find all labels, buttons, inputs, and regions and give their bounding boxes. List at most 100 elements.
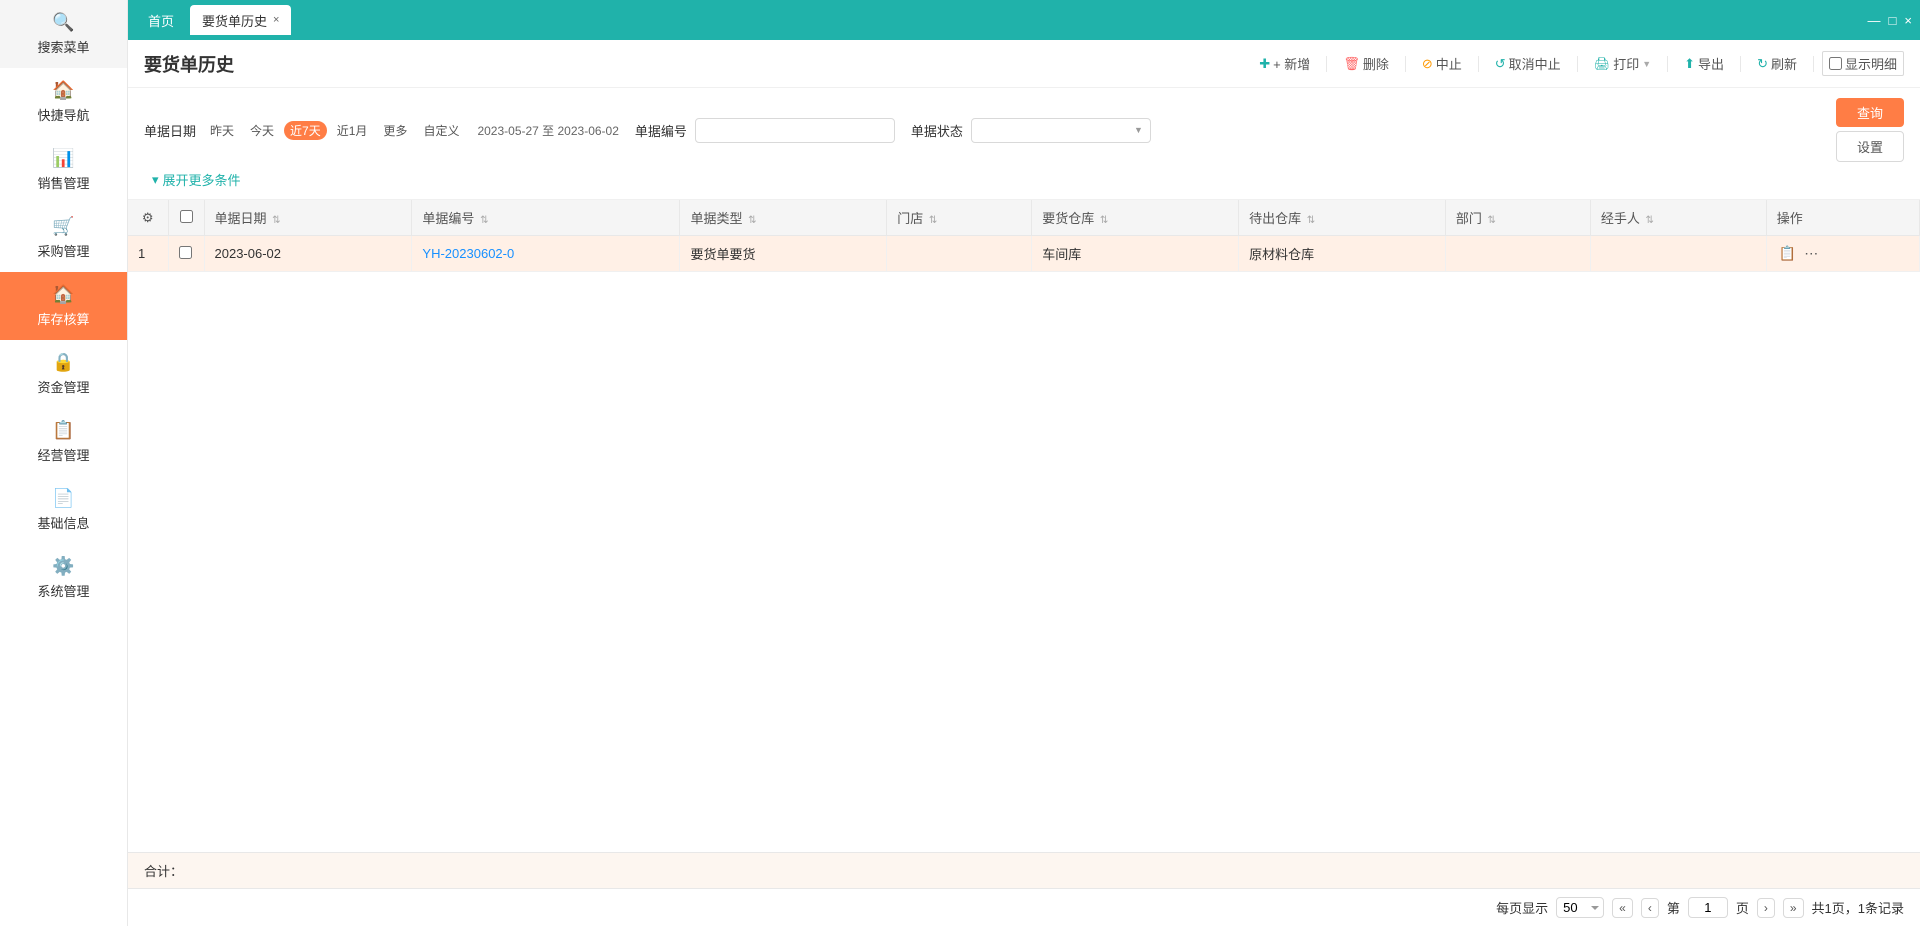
td-checkbox <box>168 236 204 272</box>
date-label: 单据日期 <box>144 121 196 140</box>
td-req-warehouse: 车间库 <box>1032 236 1239 272</box>
page-title: 要货单历史 <box>144 51 1251 77</box>
td-date: 2023-06-02 <box>204 236 412 272</box>
more-op-btn[interactable]: ⋯ <box>1802 243 1820 264</box>
filter-group-order-no: 单据编号 <box>635 118 895 143</box>
shortcut-1month[interactable]: 近1月 <box>331 121 374 140</box>
sidebar-item-label: 搜索菜单 <box>37 37 89 56</box>
sort-type-icon[interactable]: ⇅ <box>748 215 756 226</box>
tab-active[interactable]: 要货单历史 × <box>190 5 291 35</box>
sidebar-item-system-mgmt[interactable]: ⚙️ 系统管理 <box>0 544 127 612</box>
maximize-icon[interactable]: □ <box>1889 13 1897 28</box>
sort-date-icon[interactable]: ⇅ <box>272 215 280 226</box>
close-window-icon[interactable]: × <box>1904 13 1912 28</box>
refresh-button[interactable]: ↻ 刷新 <box>1749 50 1805 77</box>
per-page-select[interactable]: 10 20 50 100 <box>1556 897 1604 918</box>
th-store: 门店 ⇅ <box>887 200 1032 236</box>
toolbar: ✚ + 新增 🗑 删除 ⊘ 中止 ↺ 取消中止 <box>1251 50 1904 77</box>
filter-row-1: 单据日期 昨天 今天 近7天 近1月 更多 自定义 2023-05-27 至 2… <box>144 98 1904 162</box>
page-suffix: 页 <box>1736 898 1749 917</box>
th-handler: 经手人 ⇅ <box>1590 200 1766 236</box>
pagination-bar: 每页显示 10 20 50 100 « ‹ 第 页 › » 共1页，1条记录 <box>128 888 1920 926</box>
sort-dept-icon[interactable]: ⇅ <box>1488 215 1496 226</box>
th-pending-warehouse: 待出仓库 ⇅ <box>1239 200 1446 236</box>
last-page-btn[interactable]: » <box>1783 898 1804 918</box>
tab-home-label: 首页 <box>148 11 174 30</box>
status-label: 单据状态 <box>911 121 963 140</box>
show-detail-checkbox[interactable] <box>1829 57 1842 70</box>
td-dept <box>1445 236 1590 272</box>
sidebar-item-sales-mgmt[interactable]: 📊 销售管理 <box>0 136 127 204</box>
setting-button[interactable]: 设置 <box>1836 131 1904 162</box>
status-select[interactable] <box>971 118 1151 143</box>
sort-pend-wh-icon[interactable]: ⇅ <box>1307 215 1315 226</box>
print-icon: 🖨 <box>1594 56 1611 72</box>
divider-7 <box>1813 56 1814 72</box>
sort-handler-icon[interactable]: ⇅ <box>1646 215 1654 226</box>
sidebar-item-basic-info[interactable]: 📄 基础信息 <box>0 476 127 544</box>
first-page-btn[interactable]: « <box>1612 898 1633 918</box>
sidebar-item-operations-mgmt[interactable]: 📋 经营管理 <box>0 408 127 476</box>
sort-order-no-icon[interactable]: ⇅ <box>480 215 488 226</box>
action-buttons: 查询 设置 <box>1836 98 1904 162</box>
tab-active-label: 要货单历史 <box>202 11 267 30</box>
sidebar-item-quick-nav[interactable]: 🏠 快捷导航 <box>0 68 127 136</box>
status-select-wrapper <box>971 118 1151 143</box>
minimize-icon[interactable]: — <box>1868 13 1881 28</box>
sidebar: 🔍 搜索菜单 🏠 快捷导航 📊 销售管理 🛒 采购管理 🏠 库存核算 🔒 资金管… <box>0 0 128 926</box>
tabs-bar-right: — □ × <box>1868 13 1912 28</box>
print-button[interactable]: 🖨 打印 ▼ <box>1586 50 1659 77</box>
divider-1 <box>1326 56 1327 72</box>
new-button[interactable]: ✚ + 新增 <box>1251 50 1318 77</box>
td-order-type: 要货单要货 <box>680 236 887 272</box>
sidebar-item-finance-mgmt[interactable]: 🔒 资金管理 <box>0 340 127 408</box>
refresh-icon: ↻ <box>1757 56 1768 72</box>
shortcut-today[interactable]: 今天 <box>244 121 280 140</box>
stop-button[interactable]: ⊘ 中止 <box>1414 50 1470 77</box>
order-no-link[interactable]: YH-20230602-0 <box>422 246 514 261</box>
sort-req-wh-icon[interactable]: ⇅ <box>1100 215 1108 226</box>
tab-home[interactable]: 首页 <box>136 5 186 35</box>
export-button[interactable]: ⬆ 导出 <box>1676 50 1732 77</box>
view-op-btn[interactable]: 📋 <box>1777 243 1798 264</box>
table-wrapper: ⚙ 单据日期 ⇅ 单据编号 ⇅ <box>128 200 1920 852</box>
sidebar-item-label: 销售管理 <box>37 173 89 192</box>
shortcut-yesterday[interactable]: 昨天 <box>204 121 240 140</box>
total-info: 共1页，1条记录 <box>1812 898 1904 917</box>
expand-more[interactable]: ▾ 展开更多条件 <box>144 170 1904 189</box>
tabs-bar: 首页 要货单历史 × — □ × <box>128 0 1920 40</box>
shortcut-7days[interactable]: 近7天 <box>284 121 327 140</box>
prev-page-btn[interactable]: ‹ <box>1641 898 1659 918</box>
divider-6 <box>1740 56 1741 72</box>
purchase-icon: 🛒 <box>52 216 74 237</box>
select-all-checkbox[interactable] <box>180 210 193 223</box>
sidebar-item-purchase-mgmt[interactable]: 🛒 采购管理 <box>0 204 127 272</box>
settings-gear-icon[interactable]: ⚙ <box>142 210 154 225</box>
divider-2 <box>1405 56 1406 72</box>
shortcut-custom[interactable]: 自定义 <box>417 121 465 140</box>
order-no-input[interactable] <box>695 118 895 143</box>
page-input[interactable] <box>1688 897 1728 918</box>
delete-button[interactable]: 🗑 删除 <box>1335 50 1397 77</box>
tab-close-icon[interactable]: × <box>273 14 279 26</box>
sidebar-item-search-menu[interactable]: 🔍 搜索菜单 <box>0 0 127 68</box>
basic-info-icon: 📄 <box>52 488 74 509</box>
home-icon: 🏠 <box>52 80 74 101</box>
shortcut-more[interactable]: 更多 <box>377 121 413 140</box>
show-detail-button[interactable]: 显示明细 <box>1822 51 1904 76</box>
row-checkbox[interactable] <box>179 246 192 259</box>
sidebar-item-label: 采购管理 <box>37 241 89 260</box>
td-index: 1 <box>128 236 168 272</box>
filter-group-status: 单据状态 <box>911 118 1151 143</box>
query-button[interactable]: 查询 <box>1836 98 1904 127</box>
cancel-stop-button[interactable]: ↺ 取消中止 <box>1487 50 1569 77</box>
divider-3 <box>1478 56 1479 72</box>
search-menu-icon: 🔍 <box>52 12 74 33</box>
th-dept: 部门 ⇅ <box>1445 200 1590 236</box>
table-footer: 合计： <box>128 852 1920 888</box>
filter-group-date: 单据日期 昨天 今天 近7天 近1月 更多 自定义 2023-05-27 至 2… <box>144 121 619 140</box>
sort-store-icon[interactable]: ⇅ <box>929 215 937 226</box>
next-page-btn[interactable]: › <box>1757 898 1775 918</box>
sidebar-item-label: 系统管理 <box>37 581 89 600</box>
sidebar-item-inventory[interactable]: 🏠 库存核算 <box>0 272 127 340</box>
